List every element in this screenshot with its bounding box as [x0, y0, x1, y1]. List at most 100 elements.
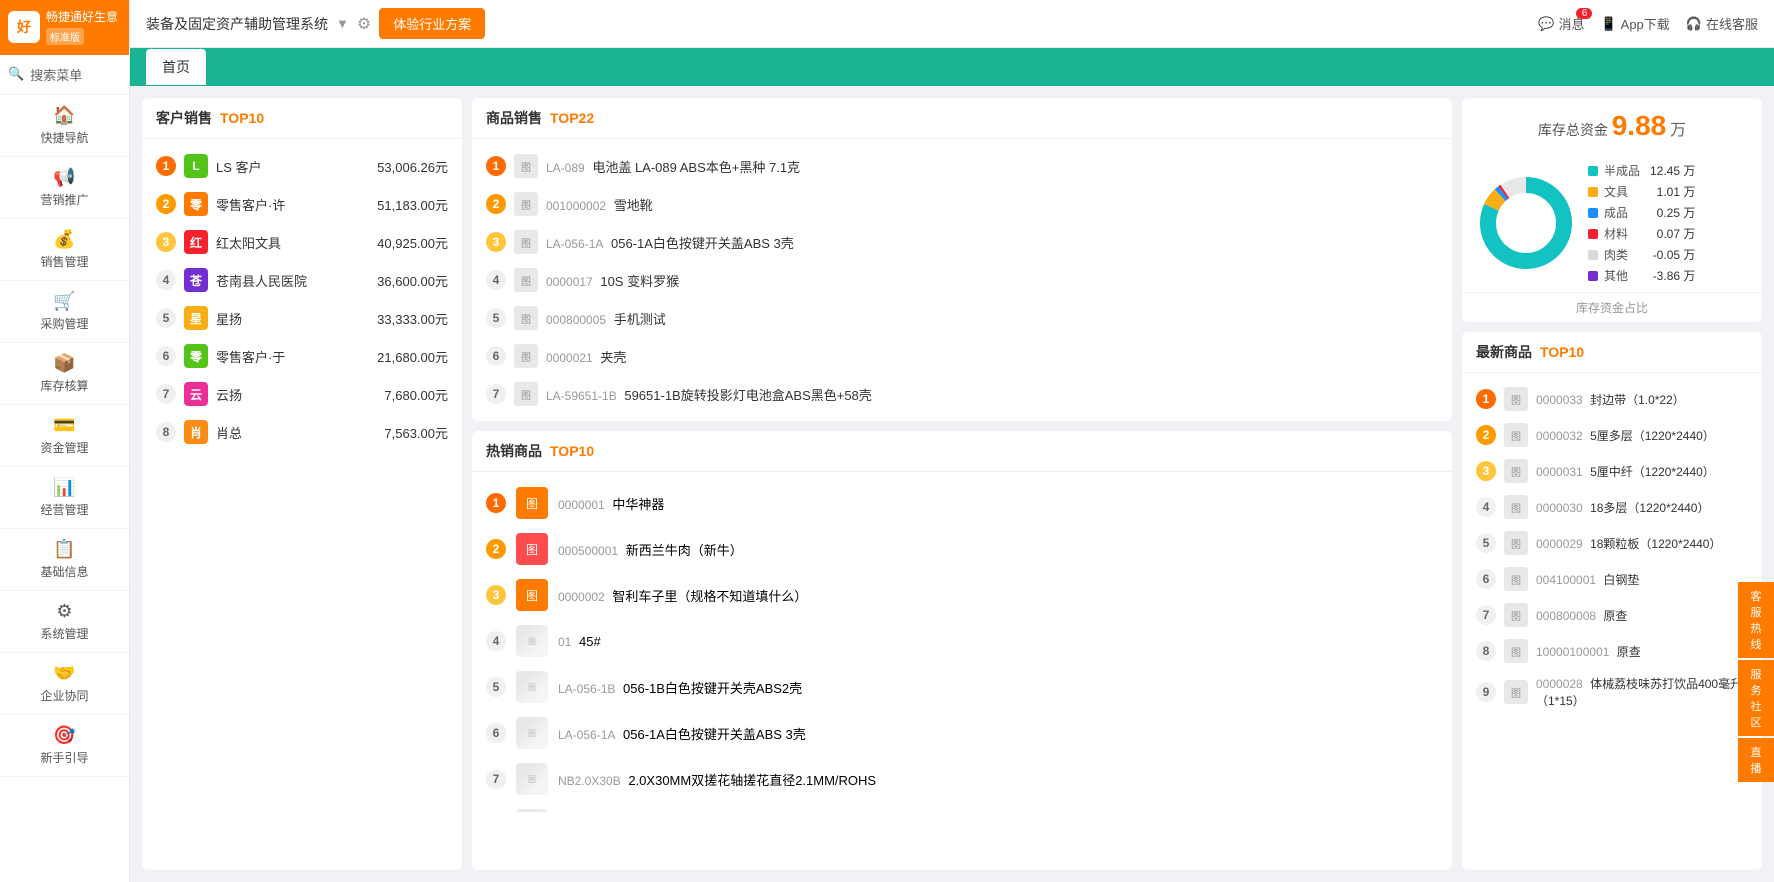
message-button[interactable]: 💬 消息 6	[1538, 14, 1584, 33]
product-code: LA-056-1A	[558, 728, 615, 742]
rank-name: 红太阳文具	[216, 233, 369, 252]
home-icon: 🏠	[53, 105, 75, 126]
product-name: 封边带（1.0*22）	[1590, 393, 1685, 407]
rank-number: 2	[486, 539, 506, 559]
rank-avatar: 星	[184, 306, 208, 330]
sidebar: 好 畅捷通好生意 标准版 🔍 搜索菜单 🏠 快捷导航 📢 营销推广 💰 销售管理…	[0, 0, 130, 882]
sidebar-item-8[interactable]: ⚙ 系统管理	[0, 591, 129, 653]
dropdown-arrow-icon[interactable]: ▼	[336, 16, 349, 31]
sidebar-item-7[interactable]: 📋 基础信息	[0, 529, 129, 591]
sidebar-item-1[interactable]: 📢 营销推广	[0, 157, 129, 219]
sidebar-item-9[interactable]: 🤝 企业协同	[0, 653, 129, 715]
product-placeholder: 图	[516, 625, 548, 657]
product-name: 夹壳	[600, 350, 626, 365]
sidebar-item-label-4: 库存核算	[40, 377, 88, 394]
product-info: 000800005 手机测试	[546, 309, 1438, 328]
rank-number: 8	[1476, 641, 1496, 661]
product-info: LA-056-1A 056-1A白色按键开关盖ABS 3壳	[558, 724, 806, 743]
new-product-item: 6 图 004100001 白钢垫	[1462, 561, 1762, 597]
rank-number: 3	[486, 585, 506, 605]
sidebar-item-4[interactable]: 📦 库存核算	[0, 343, 129, 405]
new-products-subtitle: TOP10	[1540, 344, 1584, 360]
new-product-item: 8 图 10000100001 原查	[1462, 633, 1762, 669]
new-product-item: 3 图 0000031 5厘中纤（1220*2440）	[1462, 453, 1762, 489]
sidebar-item-label-10: 新手引导	[40, 749, 88, 766]
donut-chart	[1476, 173, 1576, 273]
sales-rank-item: 2 图 001000002 雪地靴	[472, 185, 1452, 223]
legend-value: -3.86 万	[1653, 267, 1696, 284]
product-code: 0000021	[546, 351, 593, 365]
settings-icon[interactable]: ⚙	[357, 14, 371, 34]
product-code: 0000002	[558, 590, 605, 604]
rank-name: LS 客户	[216, 157, 369, 176]
legend-dot	[1588, 229, 1598, 239]
customer-rank-panel: 客户销售 TOP10 1 L LS 客户 53,006.26元 2 零 零售客户…	[142, 98, 462, 870]
legend-value: 12.45 万	[1650, 162, 1695, 179]
product-code: LA-056-1B	[558, 682, 615, 696]
product-thumb: 图	[514, 154, 538, 178]
product-name: 056-1A白色按键开关盖ABS 3壳	[623, 727, 806, 742]
hot-product-item: 2 图 000500001 新西兰牛肉（新牛）	[472, 526, 1452, 572]
collab-icon: 🤝	[53, 663, 75, 684]
product-info: 0000028 体械荔枝味苏打饮品400毫升（1*15）	[1536, 675, 1748, 709]
float-btn-service[interactable]: 客服热线	[1738, 582, 1774, 658]
legend-label: 成品	[1604, 204, 1644, 221]
product-code: 0000029	[1536, 537, 1583, 551]
sidebar-item-label-2: 销售管理	[40, 253, 88, 270]
product-code: 000800008	[1536, 609, 1596, 623]
sidebar-item-6[interactable]: 📊 经营管理	[0, 467, 129, 529]
app-download-button[interactable]: 📱 App下载	[1600, 14, 1669, 33]
rank-number: 6	[486, 346, 506, 366]
product-info: 000800008 原查	[1536, 607, 1748, 624]
phone-icon: 📱	[1600, 16, 1616, 32]
search-menu[interactable]: 🔍 搜索菜单	[0, 55, 129, 95]
sidebar-item-label-1: 营销推广	[40, 191, 88, 208]
product-code: 0000028	[1536, 677, 1583, 691]
legend-dot	[1588, 208, 1598, 218]
legend-label: 肉类	[1604, 246, 1644, 263]
rank-value: 53,006.26元	[377, 157, 448, 176]
rank-avatar: 苍	[184, 268, 208, 292]
rank-value: 51,183.00元	[377, 195, 448, 214]
sidebar-item-0[interactable]: 🏠 快捷导航	[0, 95, 129, 157]
product-thumb: 图	[514, 230, 538, 254]
tab-home[interactable]: 首页	[146, 49, 206, 85]
rank-avatar: 零	[184, 192, 208, 216]
headset-icon: 🎧	[1686, 16, 1702, 32]
rank-number: 3	[1476, 461, 1496, 481]
legend-label: 其他	[1604, 267, 1644, 284]
legend-item: 成品 0.25 万	[1588, 204, 1695, 221]
legend-item: 文具 1.01 万	[1588, 183, 1695, 200]
rank-number: 4	[1476, 497, 1496, 517]
rank-number: 3	[486, 232, 506, 252]
sidebar-item-2[interactable]: 💰 销售管理	[0, 219, 129, 281]
sidebar-item-5[interactable]: 💳 资金管理	[0, 405, 129, 467]
product-placeholder: 图	[516, 763, 548, 795]
new-product-item: 5 图 0000029 18颗粒板（1220*2440）	[1462, 525, 1762, 561]
rank-number: 5	[486, 677, 506, 697]
new-product-item: 7 图 000800008 原查	[1462, 597, 1762, 633]
sidebar-item-3[interactable]: 🛒 采购管理	[0, 281, 129, 343]
float-btn-live[interactable]: 直播	[1738, 738, 1774, 782]
product-thumb: 图	[1504, 459, 1528, 483]
guide-icon: 🎯	[53, 725, 75, 746]
product-name: 新西兰牛肉（新牛）	[626, 543, 743, 558]
rank-avatar: 零	[184, 344, 208, 368]
sidebar-item-10[interactable]: 🎯 新手引导	[0, 715, 129, 777]
rank-number: 1	[156, 156, 176, 176]
float-btn-community[interactable]: 服务社区	[1738, 660, 1774, 736]
rank-number: 1	[486, 493, 506, 513]
product-code: LA-056-1A	[546, 237, 603, 251]
product-code: 000800005	[546, 313, 606, 327]
rank-number: 5	[1476, 533, 1496, 553]
product-image: 图	[516, 579, 548, 611]
customer-rank-header: 客户销售 TOP10	[142, 98, 462, 139]
product-info: 0000021 夹壳	[546, 347, 1438, 366]
product-info: 0000017 10S 变料罗猴	[546, 271, 1438, 290]
product-name: 5厘多层（1220*2440）	[1590, 429, 1715, 443]
sidebar-logo: 好 畅捷通好生意 标准版	[0, 0, 129, 55]
new-product-item: 1 图 0000033 封边带（1.0*22）	[1462, 381, 1762, 417]
product-name: 10S 变料罗猴	[600, 274, 679, 289]
online-service-button[interactable]: 🎧 在线客服	[1686, 14, 1758, 33]
trial-button[interactable]: 体验行业方案	[379, 8, 485, 39]
